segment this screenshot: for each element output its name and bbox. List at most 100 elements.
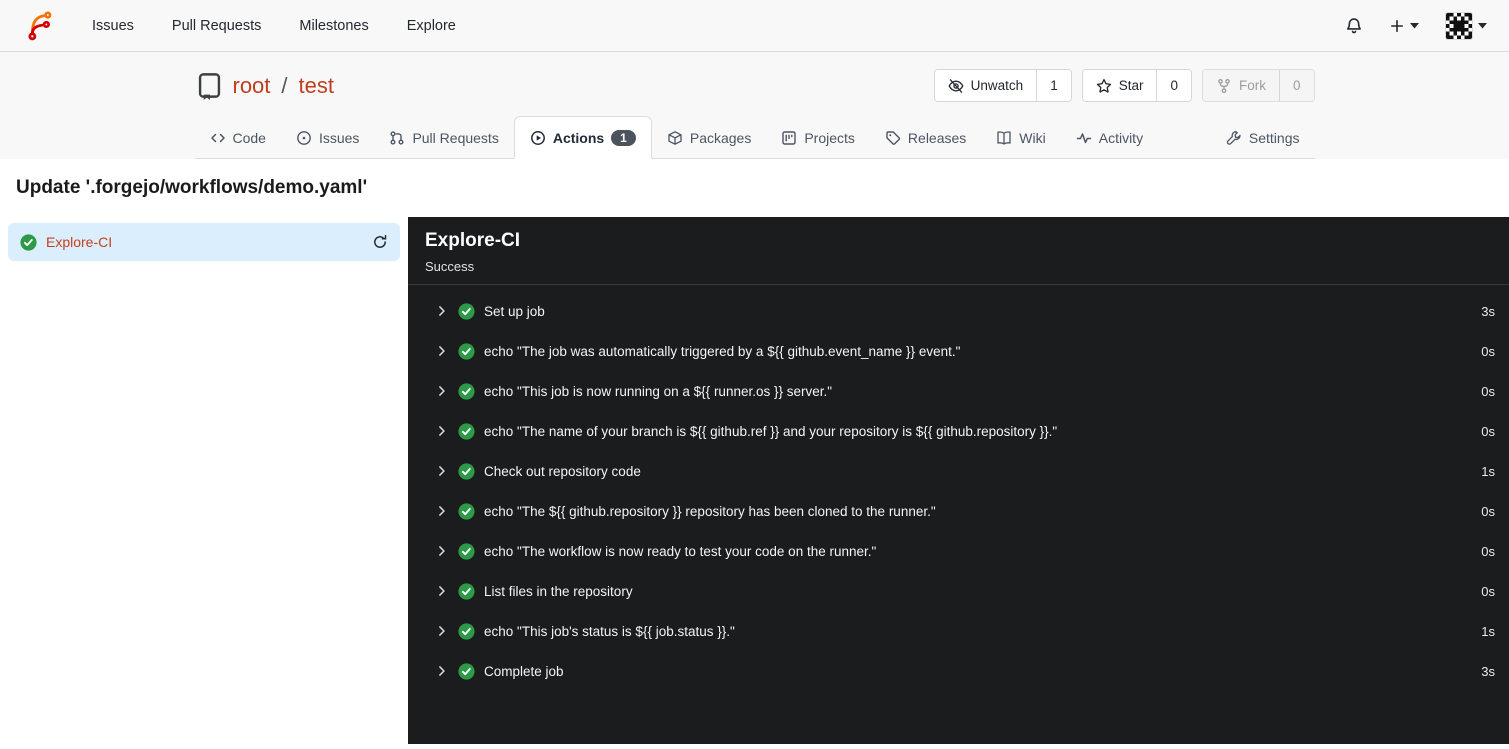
- repo-name-link[interactable]: test: [299, 73, 334, 99]
- workflow-run-view: Explore-CI Explore-CI Success Set up job…: [0, 217, 1509, 744]
- chevron-right-icon[interactable]: [435, 624, 449, 638]
- step-row[interactable]: Set up job 3s: [408, 291, 1509, 331]
- watch-button-group: Unwatch 1: [933, 69, 1072, 102]
- step-name: List files in the repository: [484, 583, 633, 599]
- fork-icon: [1216, 78, 1232, 94]
- step-row[interactable]: List files in the repository 0s: [408, 571, 1509, 611]
- star-label: Star: [1118, 78, 1144, 93]
- forgejo-logo-icon[interactable]: [22, 9, 56, 43]
- tab-activity[interactable]: Activity: [1061, 116, 1158, 159]
- nav-item-milestones[interactable]: Milestones: [299, 18, 368, 34]
- watchers-count[interactable]: 1: [1036, 70, 1071, 101]
- check-circle-icon: [458, 382, 475, 400]
- repo-owner-link[interactable]: root: [233, 73, 271, 99]
- check-circle-icon: [458, 502, 475, 520]
- fork-button[interactable]: Fork: [1202, 70, 1279, 101]
- step-duration: 0s: [1481, 343, 1495, 359]
- pull-request-icon: [389, 130, 405, 146]
- step-name: Check out repository code: [484, 463, 641, 479]
- star-button[interactable]: Star: [1082, 70, 1157, 101]
- chevron-right-icon[interactable]: [435, 504, 449, 518]
- forks-count[interactable]: 0: [1278, 70, 1314, 101]
- tab-wiki[interactable]: Wiki: [981, 116, 1060, 159]
- step-row[interactable]: echo "This job is now running on a ${{ r…: [408, 371, 1509, 411]
- repo-title: root / test: [195, 71, 334, 100]
- step-duration: 0s: [1481, 503, 1495, 519]
- package-icon: [667, 130, 683, 146]
- avatar-identicon: [1445, 11, 1473, 40]
- bell-icon: [1345, 17, 1363, 35]
- step-row[interactable]: echo "The name of your branch is ${{ git…: [408, 411, 1509, 451]
- tab-issues[interactable]: Issues: [281, 116, 374, 159]
- repo-separator: /: [281, 72, 288, 98]
- caret-down-icon: [1478, 22, 1487, 29]
- job-steps-list: Set up job 3s echo "The job was automati…: [408, 285, 1509, 744]
- plus-icon: [1389, 18, 1405, 34]
- step-duration: 3s: [1481, 663, 1495, 679]
- wrench-icon: [1226, 130, 1242, 146]
- tab-settings[interactable]: Settings: [1211, 116, 1315, 159]
- step-name: echo "The name of your branch is ${{ git…: [484, 423, 1058, 439]
- workflow-run-title: Update '.forgejo/workflows/demo.yaml': [0, 159, 1509, 217]
- user-menu-button[interactable]: [1445, 11, 1487, 40]
- create-menu-button[interactable]: [1389, 18, 1419, 34]
- step-row[interactable]: echo "The job was automatically triggere…: [408, 331, 1509, 371]
- top-navbar: Issues Pull Requests Milestones Explore: [0, 0, 1509, 52]
- notifications-button[interactable]: [1345, 17, 1363, 35]
- tab-pull-requests-label: Pull Requests: [412, 129, 499, 146]
- tab-projects[interactable]: Projects: [766, 116, 870, 159]
- fork-label: Fork: [1238, 78, 1266, 93]
- tag-icon: [885, 130, 901, 146]
- chevron-right-icon[interactable]: [435, 384, 449, 398]
- tabbar-spacer: [1158, 116, 1211, 158]
- tab-code-label: Code: [232, 129, 266, 146]
- step-name: echo "The workflow is now ready to test …: [484, 543, 877, 559]
- step-row[interactable]: echo "This job's status is ${{ job.statu…: [408, 611, 1509, 651]
- refresh-icon[interactable]: [372, 234, 388, 250]
- nav-item-pull-requests[interactable]: Pull Requests: [172, 18, 261, 34]
- unwatch-label: Unwatch: [970, 78, 1024, 93]
- step-row[interactable]: Complete job 3s: [408, 651, 1509, 691]
- step-name: echo "The job was automatically triggere…: [484, 343, 961, 359]
- nav-item-issues[interactable]: Issues: [92, 18, 134, 34]
- tab-releases[interactable]: Releases: [870, 116, 981, 159]
- check-circle-icon: [458, 622, 475, 640]
- step-name: echo "This job's status is ${{ job.statu…: [484, 623, 735, 639]
- tab-packages[interactable]: Packages: [652, 116, 766, 159]
- check-circle-icon: [458, 302, 475, 320]
- chevron-right-icon[interactable]: [435, 544, 449, 558]
- tab-pull-requests[interactable]: Pull Requests: [374, 116, 513, 159]
- repo-header: root / test Unwatch 1 Star 0 Fork 0 Code…: [0, 52, 1509, 159]
- code-icon: [210, 130, 226, 146]
- unwatch-button[interactable]: Unwatch: [934, 70, 1037, 101]
- chevron-right-icon[interactable]: [435, 464, 449, 478]
- check-circle-icon: [458, 662, 475, 680]
- check-circle-icon: [458, 342, 475, 360]
- job-list-item-explore-ci[interactable]: Explore-CI: [8, 223, 400, 261]
- step-duration: 0s: [1481, 423, 1495, 439]
- step-row[interactable]: echo "The ${{ github.repository }} repos…: [408, 491, 1509, 531]
- chevron-right-icon[interactable]: [435, 584, 449, 598]
- star-icon: [1096, 78, 1112, 94]
- tab-wiki-label: Wiki: [1019, 129, 1046, 146]
- job-log-panel: Explore-CI Success Set up job 3s echo "T…: [408, 217, 1509, 744]
- step-name: echo "This job is now running on a ${{ r…: [484, 383, 833, 399]
- step-name: Complete job: [484, 663, 564, 679]
- nav-item-explore[interactable]: Explore: [407, 18, 456, 34]
- tab-actions[interactable]: Actions 1: [513, 116, 652, 159]
- chevron-right-icon[interactable]: [435, 424, 449, 438]
- step-row[interactable]: Check out repository code 1s: [408, 451, 1509, 491]
- project-icon: [781, 130, 797, 146]
- job-name-label: Explore-CI: [46, 234, 113, 250]
- tab-issues-label: Issues: [318, 129, 360, 146]
- chevron-right-icon[interactable]: [435, 344, 449, 358]
- step-row[interactable]: echo "The workflow is now ready to test …: [408, 531, 1509, 571]
- navbar-right: [1345, 11, 1487, 40]
- eye-slash-icon: [948, 78, 964, 94]
- tab-code[interactable]: Code: [195, 116, 281, 159]
- chevron-right-icon[interactable]: [435, 304, 449, 318]
- step-duration: 0s: [1481, 383, 1495, 399]
- stars-count[interactable]: 0: [1156, 70, 1191, 101]
- chevron-right-icon[interactable]: [435, 664, 449, 678]
- tab-actions-label: Actions: [552, 129, 605, 146]
